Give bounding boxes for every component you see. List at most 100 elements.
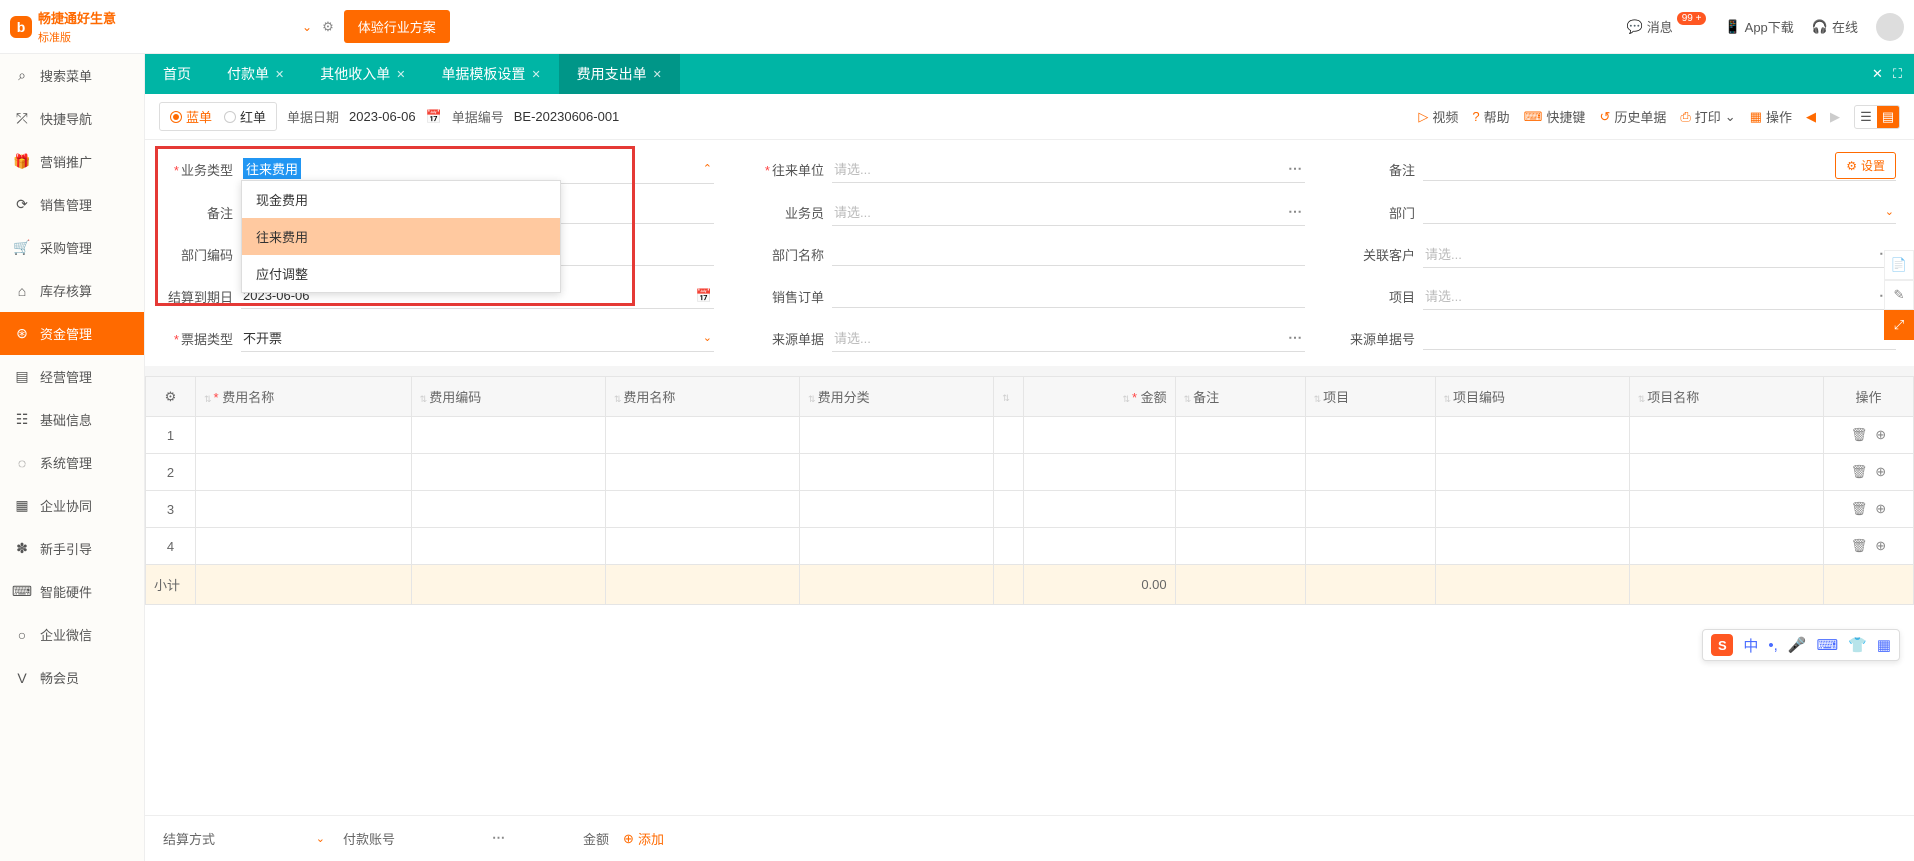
sidebar-item[interactable]: ⌂库存核算 xyxy=(0,269,144,312)
sidebar-item[interactable]: ▦企业协同 xyxy=(0,484,144,527)
expand-icon[interactable]: ⛶ xyxy=(1893,66,1902,82)
ime-keyboard-icon[interactable]: ⌨ xyxy=(1816,636,1838,654)
delete-icon[interactable]: 🗑 xyxy=(1851,427,1868,442)
project-name-header[interactable]: ⇅项目名称 xyxy=(1629,377,1823,417)
add-button[interactable]: ⊕添加 xyxy=(623,829,664,848)
table-row[interactable]: 4🗑⊕ xyxy=(146,528,1914,565)
company-selector[interactable]: ⌄ xyxy=(160,20,312,34)
tab[interactable]: 其他收入单✕ xyxy=(302,54,423,94)
delete-icon[interactable]: 🗑 xyxy=(1851,464,1868,479)
ime-mic-icon[interactable]: 🎤 xyxy=(1788,636,1807,654)
messages-button[interactable]: 💬 消息 99 + xyxy=(1627,17,1707,36)
partner-unit-select[interactable]: 请选...⋯ xyxy=(832,155,1305,183)
close-icon[interactable]: ✕ xyxy=(275,68,284,81)
project-header[interactable]: ⇅项目 xyxy=(1305,377,1435,417)
radio-dot-icon xyxy=(170,111,182,123)
remark-header[interactable]: ⇅备注 xyxy=(1175,377,1305,417)
table-row[interactable]: 3🗑⊕ xyxy=(146,491,1914,528)
sidebar-item[interactable]: ⤱快捷导航 xyxy=(0,97,144,140)
sidebar-item[interactable]: V畅会员 xyxy=(0,656,144,699)
list-view-button[interactable]: ☰ xyxy=(1855,106,1877,128)
delete-icon[interactable]: 🗑 xyxy=(1851,538,1868,553)
prev-button[interactable]: ◀ xyxy=(1806,109,1816,125)
dropdown-item[interactable]: 往来费用 xyxy=(242,218,560,255)
sidebar-item-label: 企业微信 xyxy=(40,625,92,644)
sidebar-item[interactable]: ○企业微信 xyxy=(0,613,144,656)
sidebar-item[interactable]: ✽新手引导 xyxy=(0,527,144,570)
app-download-button[interactable]: 📱 App下载 xyxy=(1724,17,1793,36)
tab[interactable]: 首页 xyxy=(145,54,209,94)
detail-view-button[interactable]: ▤ xyxy=(1877,106,1899,128)
remark-input[interactable] xyxy=(1423,157,1896,181)
copy-icon[interactable]: ⊕ xyxy=(1875,464,1886,479)
sidebar-item[interactable]: ⟳销售管理 xyxy=(0,183,144,226)
source-docno-input[interactable] xyxy=(1423,326,1896,350)
operate-button[interactable]: ▦操作 xyxy=(1750,107,1792,126)
sidebar-item[interactable]: ◌系统管理 xyxy=(0,441,144,484)
copy-icon[interactable]: ⊕ xyxy=(1875,538,1886,553)
dept-select[interactable]: ⌄ xyxy=(1423,200,1896,224)
sales-order-input[interactable] xyxy=(832,284,1305,308)
dept-name-input[interactable] xyxy=(832,242,1305,266)
project-select[interactable]: 请选...⋯ xyxy=(1423,282,1896,310)
sidebar-item[interactable]: ⊛资金管理 xyxy=(0,312,144,355)
sidebar-item[interactable]: 🛒采购管理 xyxy=(0,226,144,269)
related-customer-select[interactable]: 请选...⋯ xyxy=(1423,240,1896,268)
copy-icon[interactable]: ⊕ xyxy=(1875,427,1886,442)
history-button[interactable]: ↺历史单据 xyxy=(1599,107,1666,126)
settle-method-select[interactable]: ⌄ xyxy=(229,830,329,848)
fee-cat-header[interactable]: ⇅费用分类 xyxy=(800,377,994,417)
ime-lang[interactable]: 中 xyxy=(1743,635,1758,656)
gear-icon[interactable]: ⚙ xyxy=(322,19,334,35)
dropdown-item[interactable]: 应付调整 xyxy=(242,255,560,292)
help-button[interactable]: ?帮助 xyxy=(1472,107,1509,126)
sidebar-item[interactable]: ☷基础信息 xyxy=(0,398,144,441)
close-all-icon[interactable]: ✕ xyxy=(1872,66,1883,82)
sidebar-item[interactable]: ▤经营管理 xyxy=(0,355,144,398)
fee-code-header[interactable]: ⇅费用编码 xyxy=(411,377,605,417)
gear-header[interactable]: ⚙ xyxy=(146,377,196,417)
invoice-type-select[interactable]: 不开票⌄ xyxy=(241,324,714,352)
business-type-select[interactable]: 往来费用 ⌃ 现金费用往来费用应付调整 xyxy=(241,154,714,184)
ime-logo-icon[interactable]: S xyxy=(1711,634,1733,656)
operator-select[interactable]: 请选...⋯ xyxy=(832,198,1305,226)
float-edit-button[interactable]: ✎ xyxy=(1884,280,1914,310)
online-support-button[interactable]: 🎧 在线 xyxy=(1812,17,1858,36)
float-expand-button[interactable]: ⤢ xyxy=(1884,310,1914,340)
delete-icon[interactable]: 🗑 xyxy=(1851,501,1868,516)
print-button[interactable]: ⎙打印 ⌄ xyxy=(1680,107,1735,126)
tab[interactable]: 费用支出单✕ xyxy=(559,54,680,94)
fee-name-req-header[interactable]: ⇅* 费用名称 xyxy=(196,377,412,417)
source-doc-select[interactable]: 请选...⋯ xyxy=(832,324,1305,352)
table-row[interactable]: 1🗑⊕ xyxy=(146,417,1914,454)
ime-grid-icon[interactable]: ▦ xyxy=(1877,636,1891,654)
sidebar-item[interactable]: ⌨智能硬件 xyxy=(0,570,144,613)
video-button[interactable]: ▷视频 xyxy=(1418,107,1458,126)
tab[interactable]: 单据模板设置✕ xyxy=(423,54,558,94)
avatar[interactable] xyxy=(1876,13,1904,41)
experience-button[interactable]: 体验行业方案 xyxy=(344,10,450,43)
close-icon[interactable]: ✕ xyxy=(396,68,405,81)
red-doc-radio[interactable]: 红单 xyxy=(224,107,266,126)
calendar-icon[interactable]: 📅 xyxy=(426,109,442,125)
next-button[interactable]: ▶ xyxy=(1830,109,1840,125)
table-row[interactable]: 2🗑⊕ xyxy=(146,454,1914,491)
float-note-button[interactable]: 📄 xyxy=(1884,250,1914,280)
blank-header[interactable]: ⇅ xyxy=(994,377,1024,417)
keyboard-icon: ⌨ xyxy=(1524,109,1543,125)
fee-name-header[interactable]: ⇅费用名称 xyxy=(605,377,799,417)
tab[interactable]: 付款单✕ xyxy=(209,54,302,94)
copy-icon[interactable]: ⊕ xyxy=(1875,501,1886,516)
ime-shirt-icon[interactable]: 👕 xyxy=(1848,636,1867,654)
pay-account-select[interactable]: ⋯ xyxy=(409,828,509,849)
blue-doc-radio[interactable]: 蓝单 xyxy=(170,107,212,126)
amount-header[interactable]: ⇅* 金额 xyxy=(1024,377,1175,417)
dropdown-item[interactable]: 现金费用 xyxy=(242,181,560,218)
shortcut-button[interactable]: ⌨快捷键 xyxy=(1524,107,1586,126)
close-icon[interactable]: ✕ xyxy=(653,68,662,81)
close-icon[interactable]: ✕ xyxy=(531,68,540,81)
sidebar-item[interactable]: 🎁营销推广 xyxy=(0,140,144,183)
project-code-header[interactable]: ⇅项目编码 xyxy=(1435,377,1629,417)
ime-punct-icon[interactable]: •, xyxy=(1768,637,1777,654)
sidebar-item[interactable]: ⌕搜索菜单 xyxy=(0,54,144,97)
